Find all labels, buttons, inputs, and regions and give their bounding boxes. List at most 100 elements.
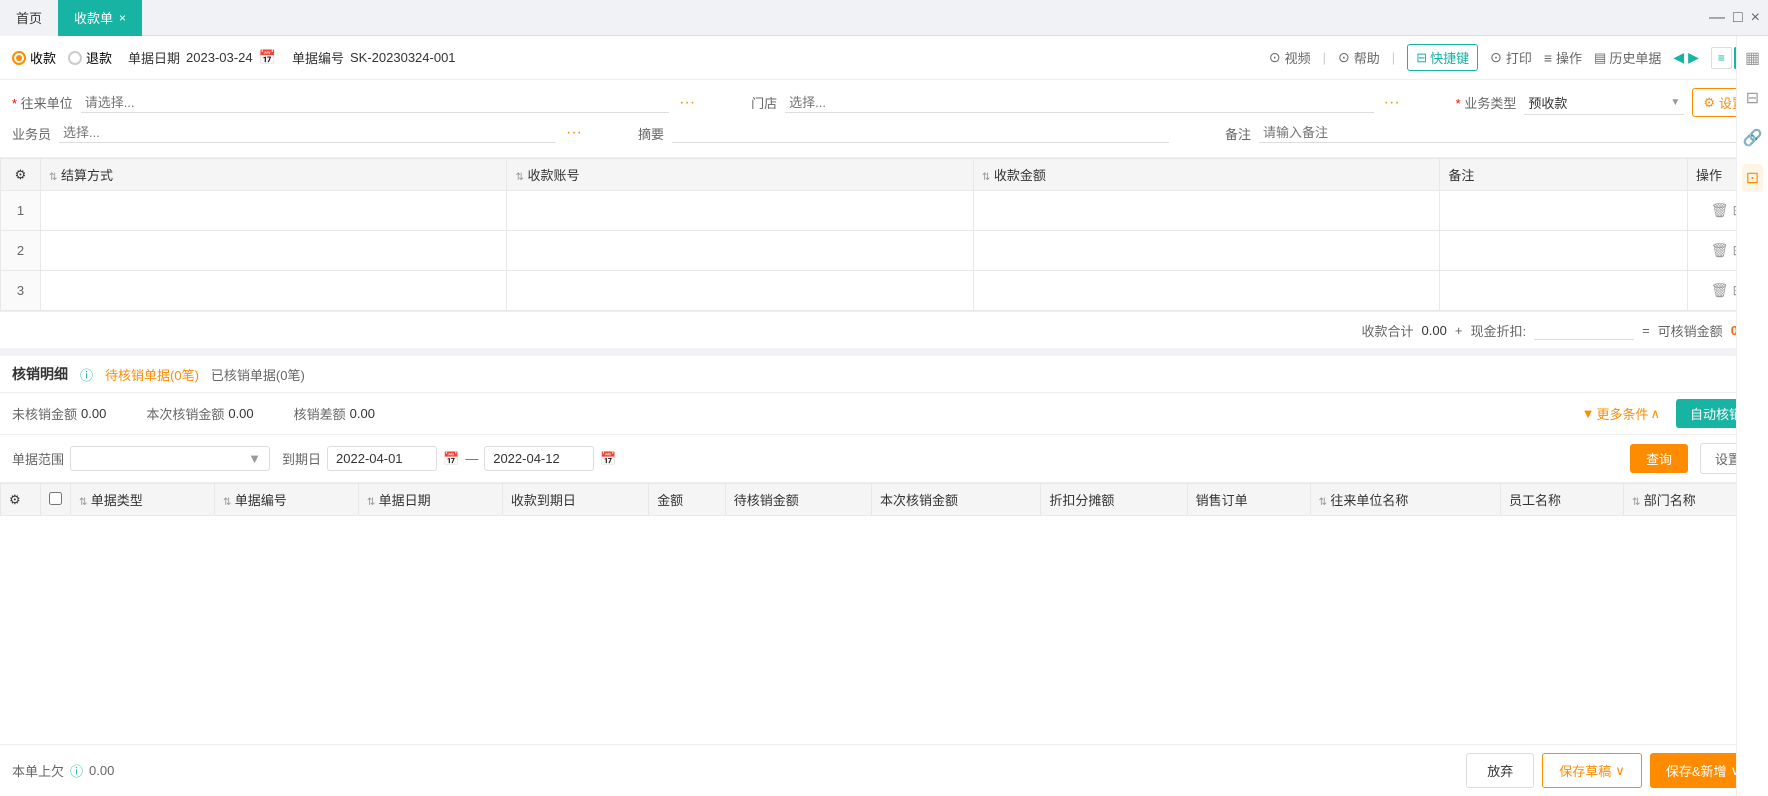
hexiao-stats: 未核销金额 0.00 本次核销金额 0.00 核销差额 0.00 ▼ 更多条件 … — [0, 393, 1768, 435]
sidebar-list-icon[interactable]: ⊟ — [1742, 84, 1763, 112]
total-value: 0.00 — [1422, 323, 1447, 338]
delete-icon-3[interactable]: 🗑 — [1711, 282, 1729, 299]
operation-label: 操作 — [1556, 48, 1582, 67]
tab-home[interactable]: 首页 — [0, 0, 58, 36]
discard-btn[interactable]: 放弃 — [1466, 753, 1534, 788]
table-container: ⚙ ⇅ 结算方式 ⇅ 收款账号 ⇅ 收款金额 备注 — [0, 158, 1768, 311]
shortcut-btn[interactable]: ⊟ 快捷键 — [1407, 44, 1478, 71]
select-all-checkbox[interactable] — [49, 492, 62, 505]
more-conditions-label: 更多条件 — [1596, 404, 1648, 423]
equals-sign: = — [1642, 323, 1650, 338]
doc-date-sort: ⇅ — [367, 497, 375, 508]
video-btn[interactable]: ⊙ 视频 — [1269, 48, 1311, 67]
abstract-input[interactable] — [672, 123, 1169, 143]
th-checkbox[interactable] — [41, 484, 71, 516]
store-input[interactable] — [785, 93, 1373, 113]
draft-btn[interactable]: 保存草稿 ∨ — [1542, 753, 1642, 788]
calendar-icon[interactable]: 📅 — [259, 49, 276, 66]
row-remark-3[interactable] — [1440, 271, 1688, 311]
sidebar-table-icon[interactable]: ▦ — [1741, 44, 1764, 72]
window-close-btn[interactable]: × — [1751, 9, 1760, 27]
row-remark-1[interactable] — [1440, 191, 1688, 231]
radio-receipt[interactable]: 收款 — [12, 48, 56, 67]
tab-receipt[interactable]: 收款单 × — [58, 0, 142, 36]
discount-input[interactable] — [1534, 320, 1634, 340]
th-counterpart-name: ⇅ 往来单位名称 — [1310, 484, 1500, 516]
done-tab[interactable]: 已核销单据(0笔) — [211, 365, 305, 384]
row-settle-2[interactable] — [41, 231, 507, 271]
range-select[interactable]: ▼ — [70, 446, 270, 471]
form-row-2: 业务员 ··· 摘要 备注 — [12, 123, 1756, 143]
remark-input[interactable] — [1259, 123, 1756, 143]
no-label: 单据编号 — [292, 48, 344, 67]
radio-refund[interactable]: 退款 — [68, 48, 112, 67]
delete-icon-1[interactable]: 🗑 — [1711, 202, 1729, 219]
operation-btn[interactable]: ≡ 操作 — [1544, 48, 1582, 67]
due-label: 到期日 — [282, 449, 321, 468]
salesperson-more-icon[interactable]: ··· — [566, 124, 582, 142]
th-account-label: 收款账号 — [527, 168, 579, 183]
business-type-label: 业务类型 — [1456, 93, 1517, 112]
row-settle-3[interactable] — [41, 271, 507, 311]
tab-close-icon[interactable]: × — [119, 11, 126, 25]
current-label: 本次核销金额 — [146, 404, 224, 423]
th-employee: 员工名称 — [1500, 484, 1623, 516]
due-to-input[interactable] — [484, 446, 594, 471]
tab-receipt-label: 收款单 — [74, 8, 113, 27]
counterpart-label: 往来单位 — [12, 93, 73, 112]
help-btn[interactable]: ⊙ 帮助 — [1338, 48, 1380, 67]
more-conditions-btn[interactable]: ▼ 更多条件 ∧ — [1582, 404, 1660, 423]
row-amount-3[interactable] — [973, 271, 1439, 311]
row-account-1[interactable] — [507, 191, 973, 231]
window-min-btn[interactable]: — — [1709, 9, 1725, 27]
sidebar-link-icon[interactable]: 🔗 — [1739, 124, 1767, 152]
due-from-input[interactable] — [327, 446, 437, 471]
gear-bottom-icon[interactable]: ⚙ — [9, 492, 21, 507]
business-type-select[interactable]: 预收款 ▼ — [1524, 91, 1684, 115]
abstract-label: 摘要 — [638, 124, 664, 143]
range-field: 单据范围 ▼ — [12, 446, 270, 471]
store-more-icon[interactable]: ··· — [1384, 94, 1400, 112]
hexiao-info-icon[interactable]: ⓘ — [80, 365, 93, 384]
nav-arrows: ◀ ▶ — [1673, 49, 1699, 66]
sidebar-edit-icon[interactable]: ⊡ — [1742, 164, 1763, 192]
counterpart-input[interactable] — [81, 93, 669, 113]
row-settle-1[interactable] — [41, 191, 507, 231]
form-area: 往来单位 ··· 门店 ··· 业务类型 预收款 ▼ ⚙ 设置 业务员 ··· … — [0, 80, 1768, 158]
row-account-3[interactable] — [507, 271, 973, 311]
current-stat: 本次核销金额 0.00 — [146, 404, 253, 423]
row-remark-2[interactable] — [1440, 231, 1688, 271]
radio-group: 收款 退款 — [12, 48, 112, 67]
counterpart-name-sort: ⇅ — [1319, 497, 1327, 508]
salesperson-input[interactable] — [59, 123, 556, 143]
history-btn[interactable]: ▤ 历史单据 — [1594, 48, 1661, 67]
th-counterpart-name-label: 往来单位名称 — [1330, 493, 1408, 508]
row-account-2[interactable] — [507, 231, 973, 271]
window-max-btn[interactable]: □ — [1733, 9, 1743, 27]
row-amount-2[interactable] — [973, 231, 1439, 271]
help-label: 帮助 — [1354, 48, 1380, 67]
row-amount-1[interactable] — [973, 191, 1439, 231]
bottom-table-wrap: ⚙ ⇅ 单据类型 ⇅ 单据编号 — [0, 483, 1768, 744]
th-dept-label: 部门名称 — [1644, 493, 1696, 508]
nav-next-icon[interactable]: ▶ — [1688, 49, 1699, 66]
nav-prev-icon[interactable]: ◀ — [1673, 49, 1684, 66]
th-checkbox-col: ⚙ — [1, 484, 41, 516]
toolbar-right: ⊙ 视频 | ⊙ 帮助 | ⊟ 快捷键 ⊙ 打印 ≡ 操作 ▤ — [1269, 44, 1756, 71]
print-label: 打印 — [1506, 48, 1532, 67]
cal-to-icon[interactable]: 📅 — [600, 451, 616, 467]
footer-btns: 放弃 保存草稿 ∨ 保存&新增 ∨ — [1466, 753, 1756, 788]
th-sales-order-label: 销售订单 — [1196, 493, 1248, 508]
view-list-btn[interactable]: ≡ — [1711, 47, 1732, 69]
counterpart-more-icon[interactable]: ··· — [679, 94, 695, 112]
delete-icon-2[interactable]: 🗑 — [1711, 242, 1729, 259]
pending-tab[interactable]: 待核销单据(0笔) — [105, 365, 199, 384]
th-gear[interactable]: ⚙ — [1, 159, 41, 191]
query-btn[interactable]: 查询 — [1630, 444, 1688, 473]
right-sidebar: ▦ ⊟ 🔗 ⊡ — [1736, 36, 1768, 796]
prev-info-icon[interactable]: ⓘ — [70, 761, 83, 780]
bottom-table: ⚙ ⇅ 单据类型 ⇅ 单据编号 — [0, 483, 1768, 516]
cal-from-icon[interactable]: 📅 — [443, 451, 459, 467]
print-btn[interactable]: ⊙ 打印 — [1490, 48, 1532, 67]
th-doc-no: ⇅ 单据编号 — [214, 484, 358, 516]
